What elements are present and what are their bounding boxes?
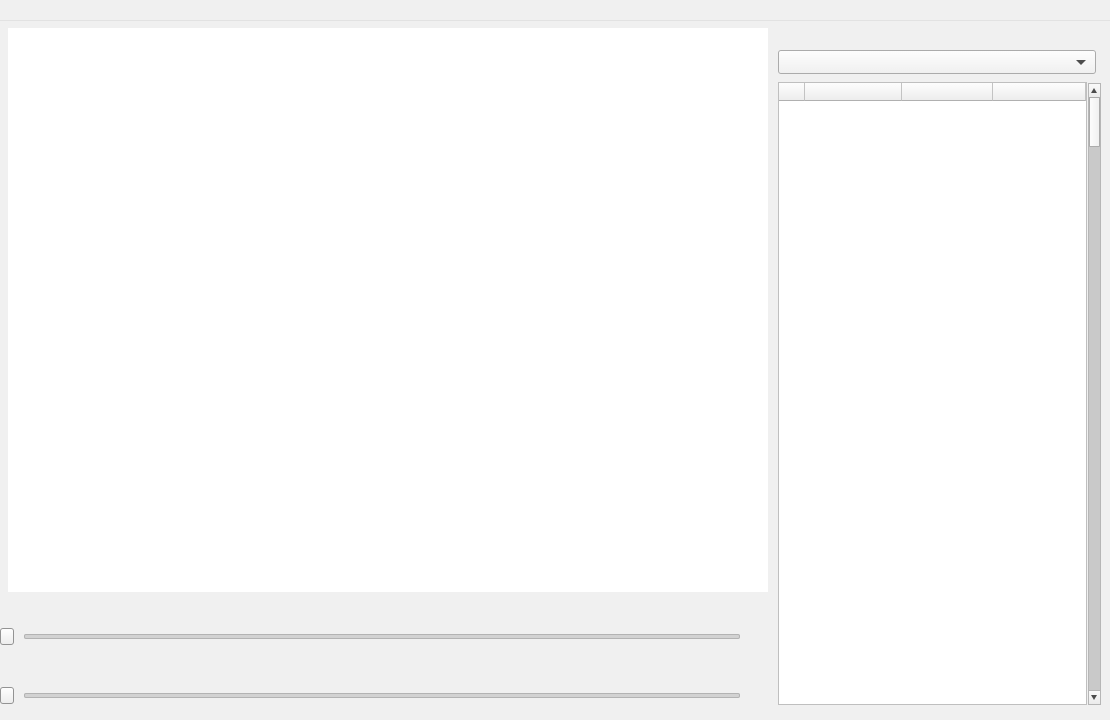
table-scrollbar[interactable] [1088,83,1101,705]
table-header-column-b[interactable] [902,83,993,101]
arrow-up-icon [1091,88,1097,93]
arrow-down-icon [1091,695,1097,700]
table-header-column-c[interactable] [993,83,1086,101]
elevation-slider-handle[interactable] [0,687,14,704]
scrollbar-thumb[interactable] [1089,97,1100,147]
azimuth-slider-handle[interactable] [0,628,14,645]
elevation-slider-track[interactable] [24,693,740,698]
scroll-down-button[interactable] [1089,690,1100,704]
table-header [779,83,1086,101]
table-corner-cell [779,83,805,101]
plot-type-select[interactable] [778,50,1096,74]
chevron-down-icon [1076,60,1086,65]
plot-figure [8,28,768,592]
scroll-up-button[interactable] [1089,84,1100,98]
menu-bar [0,0,1110,21]
table-header-column-a[interactable] [805,83,902,101]
data-table[interactable] [778,82,1087,705]
wireframe-3d-plot [8,28,768,592]
app-window [0,0,1110,720]
azimuth-slider-track[interactable] [24,634,740,639]
